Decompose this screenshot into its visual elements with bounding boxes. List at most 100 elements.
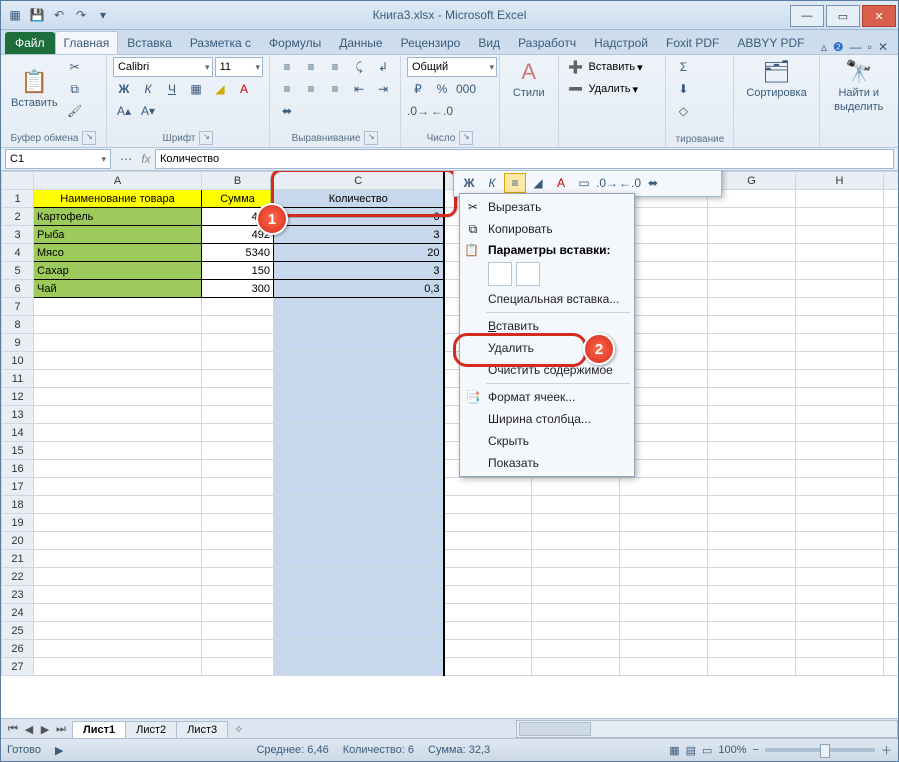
row-header-11[interactable]: 11 (2, 370, 34, 388)
cell-G22[interactable] (708, 568, 796, 586)
view-layout-icon[interactable]: ▤ (686, 744, 696, 757)
cell-B1[interactable]: Сумма (202, 190, 274, 208)
row-header-23[interactable]: 23 (2, 586, 34, 604)
row-header-7[interactable]: 7 (2, 298, 34, 316)
cell-I25[interactable] (884, 622, 899, 640)
zoom-slider[interactable] (765, 748, 875, 752)
sort-filter-button[interactable]: 🗂 Сортировка (740, 57, 812, 101)
cell-D26[interactable] (444, 640, 532, 658)
row-header-8[interactable]: 8 (2, 316, 34, 334)
cell-I3[interactable] (884, 226, 899, 244)
indent-dec-icon[interactable]: ⇤ (348, 79, 370, 99)
underline-icon[interactable]: Ч (161, 79, 183, 99)
cell-G18[interactable] (708, 496, 796, 514)
cell-C27[interactable] (274, 658, 444, 676)
cell-C17[interactable] (274, 478, 444, 496)
name-box[interactable]: C1 (5, 149, 111, 169)
mini-incdec-icon[interactable]: .0→ (596, 173, 618, 193)
ctx-clear[interactable]: Очистить содержимое (460, 359, 634, 381)
grow-font-icon[interactable]: A▴ (113, 101, 135, 121)
row-header-6[interactable]: 6 (2, 280, 34, 298)
cell-F17[interactable] (620, 478, 708, 496)
tab-review[interactable]: Рецензиро (392, 31, 470, 54)
align-launcher-icon[interactable]: ↘ (364, 131, 378, 145)
cell-I20[interactable] (884, 532, 899, 550)
cell-G25[interactable] (708, 622, 796, 640)
tab-abbyy[interactable]: ABBYY PDF (728, 31, 813, 54)
cell-D25[interactable] (444, 622, 532, 640)
cell-H6[interactable] (796, 280, 884, 298)
cell-C6[interactable]: 0,3 (274, 280, 444, 298)
cell-A24[interactable] (34, 604, 202, 622)
row-header-4[interactable]: 4 (2, 244, 34, 262)
cell-C9[interactable] (274, 334, 444, 352)
row-header-10[interactable]: 10 (2, 352, 34, 370)
cell-D23[interactable] (444, 586, 532, 604)
dec-decimal-icon[interactable]: ←.0 (431, 101, 453, 121)
qat-dropdown-icon[interactable]: ▾ (93, 5, 113, 25)
cell-G7[interactable] (708, 298, 796, 316)
cell-C21[interactable] (274, 550, 444, 568)
row-header-21[interactable]: 21 (2, 550, 34, 568)
cell-B18[interactable] (202, 496, 274, 514)
cell-I11[interactable] (884, 370, 899, 388)
currency-icon[interactable]: ₽ (407, 79, 429, 99)
cell-B12[interactable] (202, 388, 274, 406)
comma-icon[interactable]: 000 (455, 79, 477, 99)
cell-C20[interactable] (274, 532, 444, 550)
indent-inc-icon[interactable]: ⇥ (372, 79, 394, 99)
mini-border2-icon[interactable]: ▭ (573, 173, 595, 193)
bold-icon[interactable]: Ж (113, 79, 135, 99)
cell-I17[interactable] (884, 478, 899, 496)
cell-A2[interactable]: Картофель (34, 208, 202, 226)
cell-C23[interactable] (274, 586, 444, 604)
cell-F24[interactable] (620, 604, 708, 622)
cell-C15[interactable] (274, 442, 444, 460)
tab-formulas[interactable]: Формулы (260, 31, 330, 54)
cell-G9[interactable] (708, 334, 796, 352)
row-header-2[interactable]: 2 (2, 208, 34, 226)
cell-I27[interactable] (884, 658, 899, 676)
cell-A19[interactable] (34, 514, 202, 532)
cell-A10[interactable] (34, 352, 202, 370)
cell-B24[interactable] (202, 604, 274, 622)
sheet-tab-2[interactable]: Лист2 (125, 721, 177, 738)
cell-I14[interactable] (884, 424, 899, 442)
cell-H24[interactable] (796, 604, 884, 622)
cell-G15[interactable] (708, 442, 796, 460)
cell-D21[interactable] (444, 550, 532, 568)
cell-A11[interactable] (34, 370, 202, 388)
cell-H20[interactable] (796, 532, 884, 550)
ctx-format-cells[interactable]: 📑Формат ячеек... (460, 386, 634, 408)
cell-B5[interactable]: 150 (202, 262, 274, 280)
number-launcher-icon[interactable]: ↘ (459, 131, 473, 145)
cell-E24[interactable] (532, 604, 620, 622)
italic-icon[interactable]: К (137, 79, 159, 99)
cell-B20[interactable] (202, 532, 274, 550)
cell-H16[interactable] (796, 460, 884, 478)
cell-A14[interactable] (34, 424, 202, 442)
tab-data[interactable]: Данные (330, 31, 391, 54)
cell-A22[interactable] (34, 568, 202, 586)
cell-E25[interactable] (532, 622, 620, 640)
row-header-20[interactable]: 20 (2, 532, 34, 550)
select-all-corner[interactable] (2, 172, 34, 190)
cell-C19[interactable] (274, 514, 444, 532)
cell-H2[interactable] (796, 208, 884, 226)
cell-I18[interactable] (884, 496, 899, 514)
maximize-button[interactable]: ▭ (826, 5, 860, 27)
cell-H4[interactable] (796, 244, 884, 262)
align-top-icon[interactable]: ≡ (276, 57, 298, 77)
cell-G24[interactable] (708, 604, 796, 622)
row-header-15[interactable]: 15 (2, 442, 34, 460)
cell-G14[interactable] (708, 424, 796, 442)
cell-G19[interactable] (708, 514, 796, 532)
cell-C16[interactable] (274, 460, 444, 478)
fill-icon[interactable]: ⬇ (672, 79, 694, 99)
cell-H23[interactable] (796, 586, 884, 604)
cell-D17[interactable] (444, 478, 532, 496)
find-select-button[interactable]: 🔭 Найти и выделить (826, 57, 892, 115)
cell-A12[interactable] (34, 388, 202, 406)
cell-A16[interactable] (34, 460, 202, 478)
cell-C25[interactable] (274, 622, 444, 640)
